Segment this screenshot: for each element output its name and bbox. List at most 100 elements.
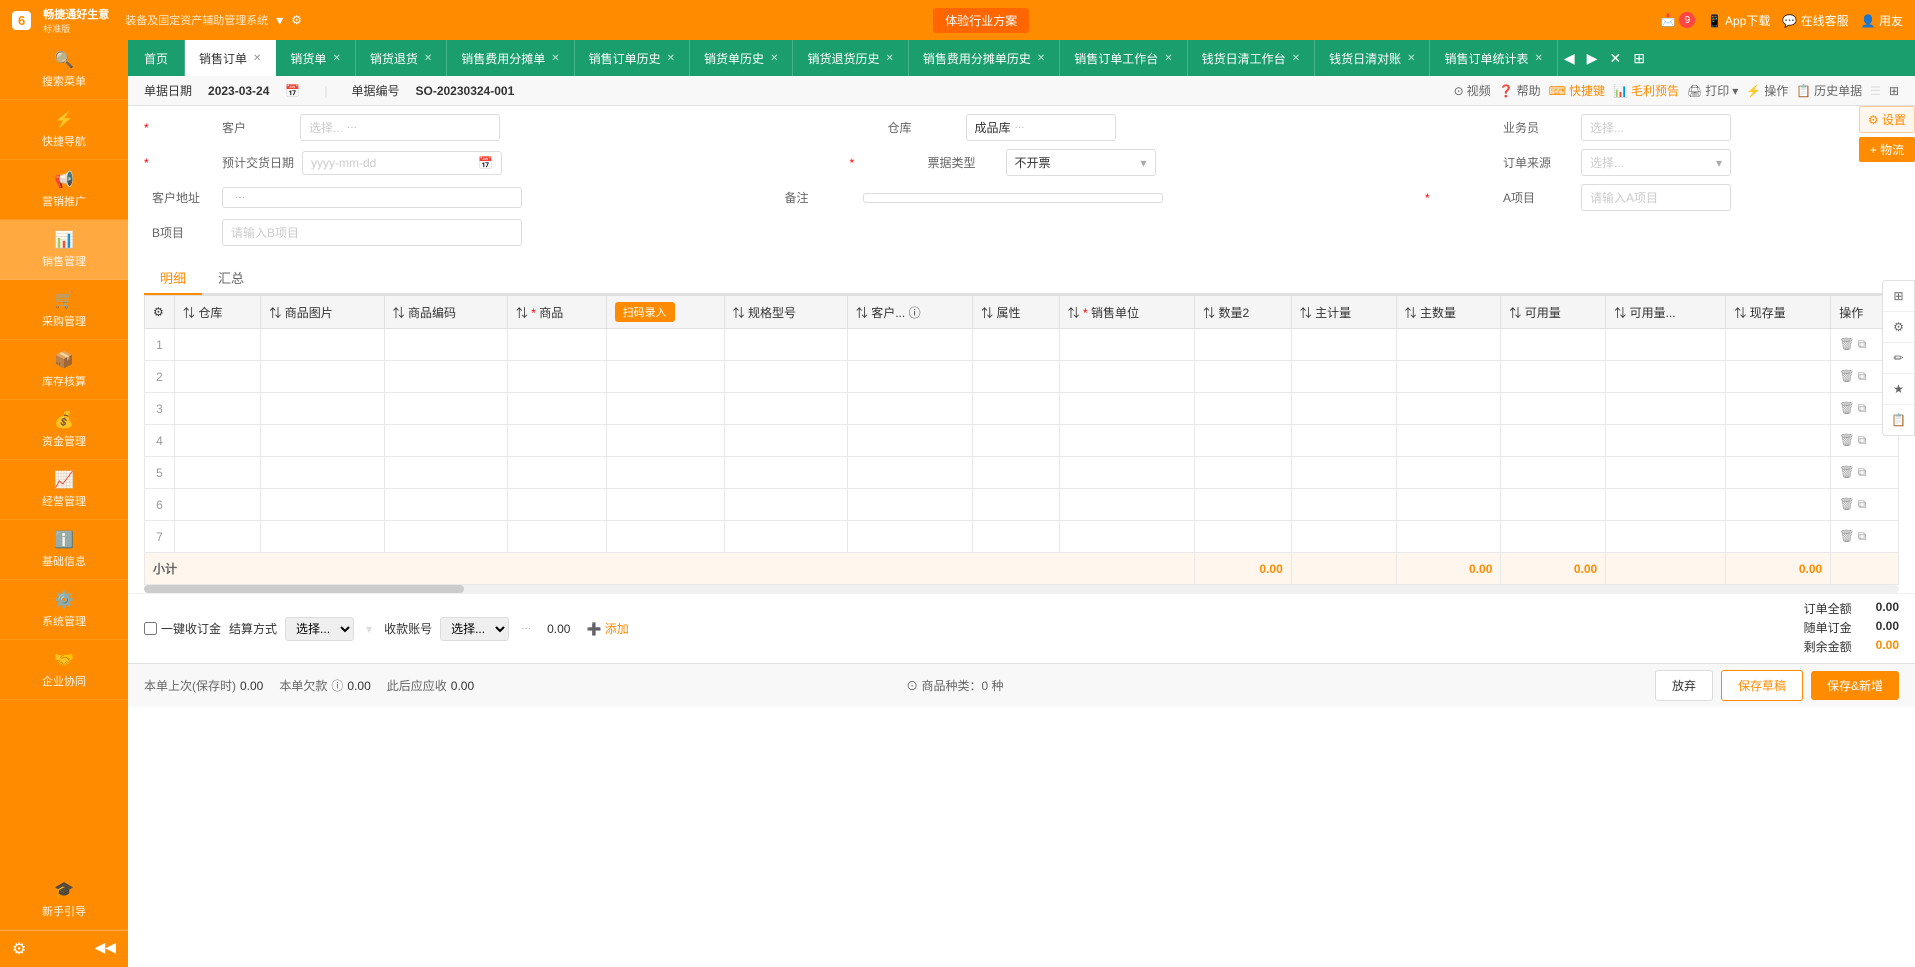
- row-2-qty2[interactable]: [1195, 361, 1292, 393]
- tab-order-history[interactable]: 销售订单历史 ✕: [575, 40, 690, 76]
- sidebar-item-management[interactable]: 📈 经营管理: [0, 460, 128, 520]
- row-4-main-qty[interactable]: [1396, 425, 1501, 457]
- row-6-main-unit[interactable]: [1291, 489, 1396, 521]
- row-2-warehouse[interactable]: [175, 361, 261, 393]
- row-5-unit[interactable]: [1059, 457, 1195, 489]
- history-action[interactable]: 📋 历史单据: [1796, 82, 1862, 99]
- tab-return-close[interactable]: ✕: [424, 53, 432, 64]
- tab-expand-btn[interactable]: ⊞: [1627, 50, 1651, 67]
- tab-invoice-history-close[interactable]: ✕: [770, 53, 778, 64]
- row-3-code[interactable]: [384, 393, 507, 425]
- row-5-available[interactable]: [1501, 457, 1606, 489]
- row-6-unit[interactable]: [1059, 489, 1195, 521]
- row-7-delete-icon[interactable]: 🗑: [1839, 529, 1854, 543]
- row-1-customer[interactable]: [847, 329, 972, 361]
- row-2-copy-icon[interactable]: ⧉: [1858, 369, 1867, 383]
- right-icon-4[interactable]: ★: [1883, 374, 1914, 405]
- row-7-code[interactable]: [384, 521, 507, 553]
- row-5-product[interactable]: [507, 457, 606, 489]
- row-7-available[interactable]: [1501, 521, 1606, 553]
- row-2-spec[interactable]: [724, 361, 847, 393]
- tab-order-workbench[interactable]: 销售订单工作台 ✕: [1060, 40, 1187, 76]
- row-2-available[interactable]: [1501, 361, 1606, 393]
- row-2-stock[interactable]: [1726, 361, 1831, 393]
- quick-pay-checkbox[interactable]: [144, 622, 157, 635]
- row-6-main-qty[interactable]: [1396, 489, 1501, 521]
- col-warehouse-sort[interactable]: ⇅: [183, 306, 195, 320]
- row-3-main-qty[interactable]: [1396, 393, 1501, 425]
- row-1-available[interactable]: [1501, 329, 1606, 361]
- row-5-customer[interactable]: [847, 457, 972, 489]
- count-icon[interactable]: ⊙: [906, 679, 918, 693]
- col-main-qty-sort[interactable]: ⇅: [1405, 306, 1417, 320]
- row-3-available2[interactable]: [1606, 393, 1726, 425]
- quick-pay-checkbox-label[interactable]: 一键收订金: [144, 620, 221, 637]
- address-input[interactable]: ···: [222, 187, 522, 208]
- col-customer-info[interactable]: ⓘ: [909, 306, 921, 320]
- row-2-scan[interactable]: [606, 361, 724, 393]
- row-5-warehouse[interactable]: [175, 457, 261, 489]
- scan-button[interactable]: 扫码录入: [615, 302, 675, 322]
- row-1-available2[interactable]: [1606, 329, 1726, 361]
- scroll-bar[interactable]: [144, 585, 1899, 593]
- row-4-spec[interactable]: [724, 425, 847, 457]
- sidebar-item-system[interactable]: ⚙️ 系统管理: [0, 580, 128, 640]
- row-5-attribute[interactable]: [973, 457, 1059, 489]
- sidebar-item-inventory[interactable]: 📦 库存核算: [0, 340, 128, 400]
- row-5-spec[interactable]: [724, 457, 847, 489]
- row-1-unit[interactable]: [1059, 329, 1195, 361]
- row-4-attribute[interactable]: [973, 425, 1059, 457]
- row-7-spec[interactable]: [724, 521, 847, 553]
- tab-stats[interactable]: 销售订单统计表 ✕: [1430, 40, 1557, 76]
- row-7-warehouse[interactable]: [175, 521, 261, 553]
- settings-gear-icon[interactable]: ⚙: [153, 305, 164, 319]
- row-4-qty2[interactable]: [1195, 425, 1292, 457]
- sidebar-item-baseinfo[interactable]: ℹ️ 基础信息: [0, 520, 128, 580]
- col-product-sort[interactable]: ⇅: [516, 306, 528, 320]
- row-6-copy-icon[interactable]: ⧉: [1858, 497, 1867, 511]
- row-7-scan[interactable]: [606, 521, 724, 553]
- message-btn[interactable]: 📩 9: [1660, 12, 1695, 28]
- col-main-unit-sort[interactable]: ⇅: [1300, 306, 1312, 320]
- row-1-image[interactable]: [261, 329, 384, 361]
- row-6-image[interactable]: [261, 489, 384, 521]
- row-2-delete-icon[interactable]: 🗑: [1839, 369, 1854, 383]
- discard-button[interactable]: 放弃: [1655, 670, 1713, 701]
- row-2-unit[interactable]: [1059, 361, 1195, 393]
- row-6-available2[interactable]: [1606, 489, 1726, 521]
- tab-return[interactable]: 销货退货 ✕: [356, 40, 447, 76]
- row-7-product[interactable]: [507, 521, 606, 553]
- row-4-available[interactable]: [1501, 425, 1606, 457]
- tab-invoice[interactable]: 销货单 ✕: [276, 40, 355, 76]
- row-1-copy-icon[interactable]: ⧉: [1858, 337, 1867, 351]
- row-2-main-unit[interactable]: [1291, 361, 1396, 393]
- sidebar-item-finance[interactable]: 💰 资金管理: [0, 400, 128, 460]
- col-qty2-sort[interactable]: ⇅: [1203, 306, 1215, 320]
- salesman-input[interactable]: 选择...: [1581, 114, 1731, 141]
- sidebar-item-collab[interactable]: 🤝 企业协同: [0, 640, 128, 700]
- help-action[interactable]: ❓ 帮助: [1499, 82, 1541, 99]
- view-action[interactable]: ⊙ 视频: [1454, 82, 1491, 99]
- remark-input[interactable]: [863, 193, 1163, 203]
- tab-sales-order-close[interactable]: ✕: [253, 53, 261, 64]
- tab-summary[interactable]: 汇总: [202, 262, 260, 293]
- row-1-main-unit[interactable]: [1291, 329, 1396, 361]
- delivery-calendar-icon[interactable]: 📅: [478, 156, 493, 170]
- view-toggle[interactable]: ☰: [1870, 84, 1881, 98]
- row-5-image[interactable]: [261, 457, 384, 489]
- profit-action[interactable]: 📊 毛利预告: [1613, 82, 1679, 99]
- row-7-main-qty[interactable]: [1396, 521, 1501, 553]
- row-7-main-unit[interactable]: [1291, 521, 1396, 553]
- row-1-scan[interactable]: [606, 329, 724, 361]
- tab-expense-split-close[interactable]: ✕: [551, 53, 559, 64]
- tab-cash-workbench-close[interactable]: ✕: [1292, 53, 1300, 64]
- row-7-stock[interactable]: [1726, 521, 1831, 553]
- app-download-btn[interactable]: 📱 App下载: [1707, 12, 1770, 29]
- sidebar-item-marketing[interactable]: 📢 营销推广: [0, 160, 128, 220]
- tab-cash-workbench[interactable]: 钱货日清工作台 ✕: [1188, 40, 1315, 76]
- row-6-delete-icon[interactable]: 🗑: [1839, 497, 1854, 511]
- row-6-available[interactable]: [1501, 489, 1606, 521]
- invoice-type-input[interactable]: 不开票 ▾: [1006, 149, 1156, 176]
- right-icon-3[interactable]: ✏: [1883, 343, 1914, 374]
- tab-expense-history-close[interactable]: ✕: [1037, 53, 1045, 64]
